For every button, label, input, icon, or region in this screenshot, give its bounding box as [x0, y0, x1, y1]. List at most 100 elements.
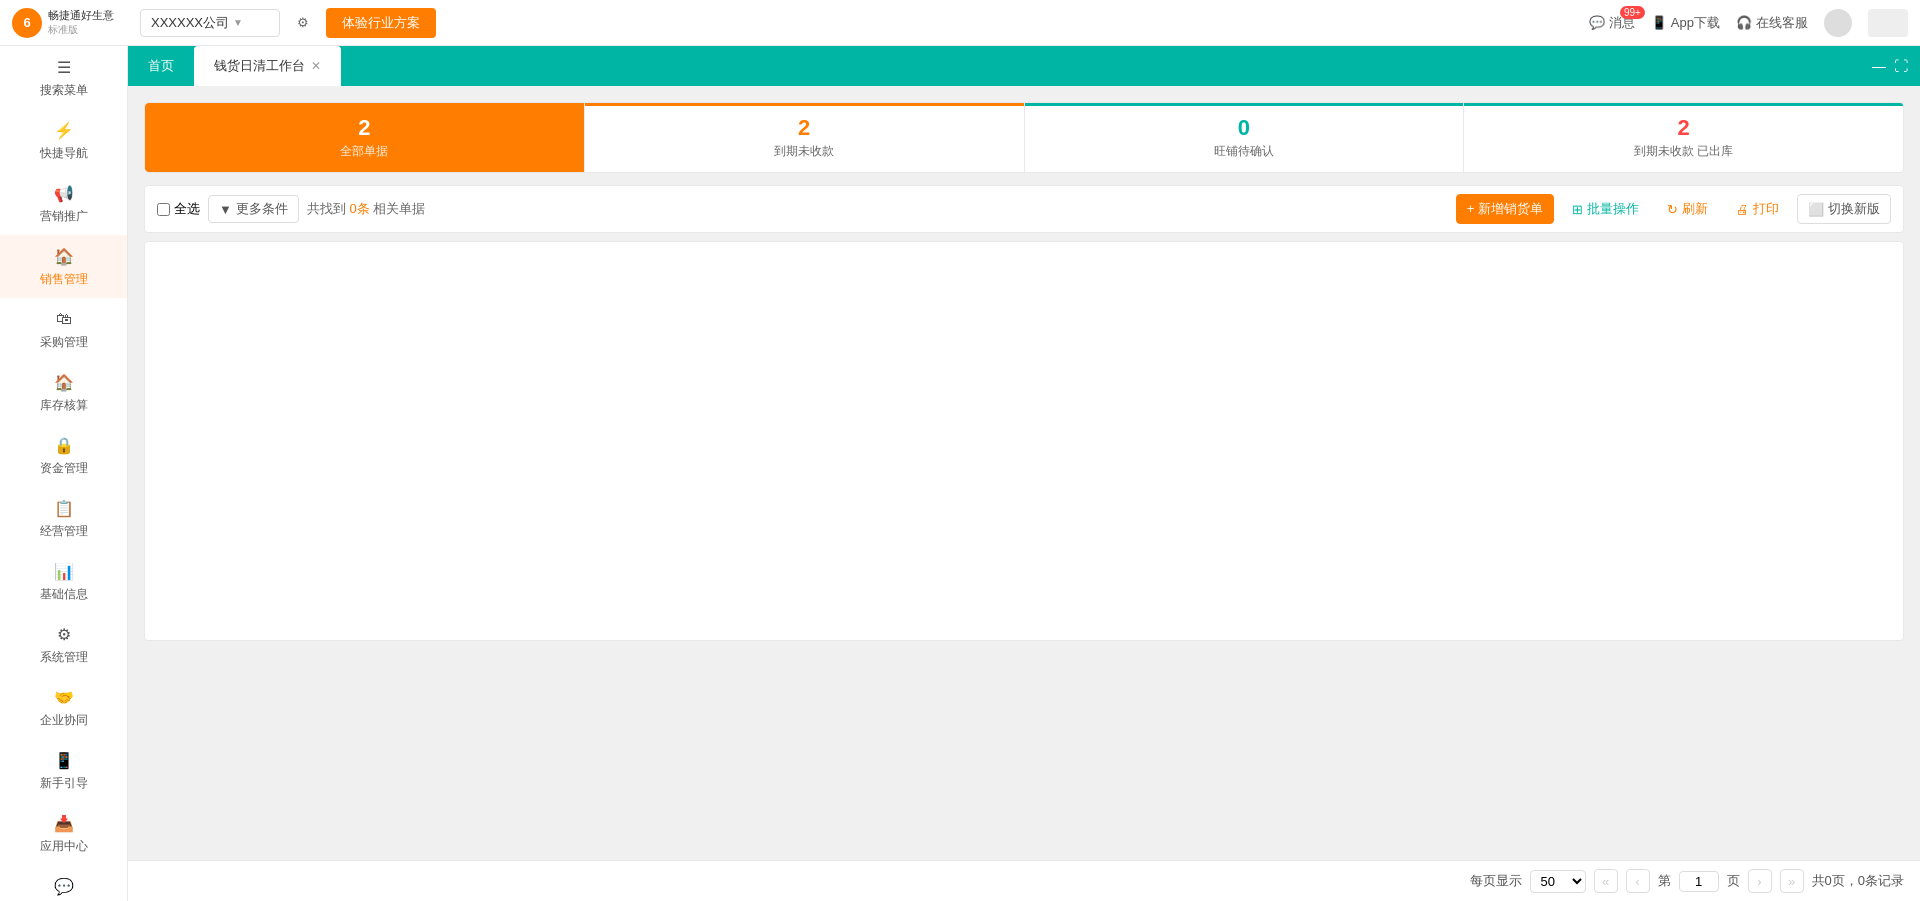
stat-card-all[interactable]: 2 全部单据: [145, 103, 585, 172]
page-content: 2 全部单据 2 到期未收款 0 旺铺待确认 2 到期未收款 已出库: [128, 86, 1920, 860]
basic-info-icon: 📊: [53, 560, 75, 582]
refresh-label: 刷新: [1682, 200, 1708, 218]
sidebar-item-finance[interactable]: 🔒 资金管理: [0, 424, 127, 487]
sidebar-item-inventory[interactable]: 🏠 库存核算: [0, 361, 127, 424]
app-name: 畅捷通好生意: [48, 8, 114, 22]
wechat-icon: 💬: [53, 875, 75, 897]
page-size-select[interactable]: 20 50 100: [1530, 870, 1586, 893]
sidebar-item-quick-nav[interactable]: ⚡ 快捷导航: [0, 109, 127, 172]
quick-nav-icon: ⚡: [53, 119, 75, 141]
switch-icon: ⬜: [1808, 202, 1824, 217]
print-button[interactable]: 🖨 打印: [1726, 195, 1789, 223]
pagination-bar: 每页显示 20 50 100 « ‹ 第 页 › » 共0页，0条记录: [128, 860, 1920, 901]
sidebar-label-quick-nav: 快捷导航: [40, 145, 88, 162]
batch-button[interactable]: ⊞ 批量操作: [1562, 195, 1649, 223]
sidebar-item-enterprise[interactable]: 🤝 企业协同: [0, 676, 127, 739]
top-nav-actions: — ⛶: [1872, 58, 1920, 74]
app-download-button[interactable]: 📱 App下载: [1651, 14, 1720, 32]
page-number-input[interactable]: [1679, 871, 1719, 892]
search-menu-icon: ☰: [53, 56, 75, 78]
top-nav: 首页 钱货日清工作台 ✕ — ⛶: [128, 46, 1920, 86]
page-size-label: 每页显示: [1470, 872, 1522, 890]
content-area: 首页 钱货日清工作台 ✕ — ⛶ 2 全部单据 2: [128, 46, 1920, 901]
stats-row: 2 全部单据 2 到期未收款 0 旺铺待确认 2 到期未收款 已出库: [144, 102, 1904, 173]
filter-button[interactable]: ▼ 更多条件: [208, 195, 299, 223]
sidebar-item-wechat[interactable]: 💬 企业微信: [0, 865, 127, 901]
stat-label-pending: 旺铺待确认: [1045, 143, 1444, 160]
total-info: 共0页，0条记录: [1812, 872, 1904, 890]
select-all-checkbox[interactable]: 全选: [157, 200, 200, 218]
select-all-input[interactable]: [157, 203, 170, 216]
stat-card-overdue[interactable]: 2 到期未收款: [585, 103, 1025, 172]
company-selector[interactable]: XXXXXX公司 ▼: [140, 9, 280, 37]
finance-icon: 🔒: [53, 434, 75, 456]
minimize-icon[interactable]: —: [1872, 58, 1886, 74]
inventory-icon: 🏠: [53, 371, 75, 393]
stat-num-overdue: 2: [605, 115, 1004, 141]
sidebar-label-inventory: 库存核算: [40, 397, 88, 414]
sidebar-item-app-center[interactable]: 📥 应用中心: [0, 802, 127, 865]
guide-icon: 📱: [53, 749, 75, 771]
sidebar-item-purchase[interactable]: 🛍 采购管理: [0, 298, 127, 361]
sidebar-item-system[interactable]: ⚙ 系统管理: [0, 613, 127, 676]
tab-home[interactable]: 首页: [128, 46, 194, 86]
batch-icon: ⊞: [1572, 202, 1583, 217]
chevron-down-icon: ▼: [233, 17, 243, 28]
user-name[interactable]: [1868, 9, 1908, 37]
app-center-icon: 📥: [53, 812, 75, 834]
company-name: XXXXXX公司: [151, 14, 229, 32]
avatar[interactable]: [1824, 9, 1852, 37]
found-text: 共找到 0条 相关单据: [307, 200, 425, 218]
sidebar-label-marketing: 营销推广: [40, 208, 88, 225]
sidebar-label-enterprise: 企业协同: [40, 712, 88, 729]
app-badge: 标准版: [48, 23, 114, 37]
marketing-icon: 📢: [53, 182, 75, 204]
enterprise-icon: 🤝: [53, 686, 75, 708]
trial-button[interactable]: 体验行业方案: [326, 8, 436, 38]
print-label: 打印: [1753, 200, 1779, 218]
headset-icon: 🎧: [1736, 15, 1752, 30]
page-label2: 页: [1727, 872, 1740, 890]
workbench-tab-label: 钱货日清工作台: [214, 57, 305, 75]
sidebar: ☰ 搜索菜单 ⚡ 快捷导航 📢 营销推广 🏠 销售管理 🛍 采购管理 🏠 库存核…: [0, 46, 128, 901]
messages-badge: 99+: [1620, 6, 1645, 19]
next-page-button[interactable]: ›: [1748, 869, 1772, 893]
sidebar-item-sales[interactable]: 🏠 销售管理: [0, 235, 127, 298]
prev-page-button[interactable]: ‹: [1626, 869, 1650, 893]
sidebar-item-operations[interactable]: 📋 经营管理: [0, 487, 127, 550]
refresh-button[interactable]: ↻ 刷新: [1657, 195, 1718, 223]
sidebar-item-guide[interactable]: 📱 新手引导: [0, 739, 127, 802]
sidebar-label-finance: 资金管理: [40, 460, 88, 477]
table-area: [144, 241, 1904, 641]
found-count: 0条: [350, 201, 370, 216]
settings-button[interactable]: ⚙: [288, 8, 318, 38]
first-page-button[interactable]: «: [1594, 869, 1618, 893]
logo-icon: 6: [12, 8, 42, 38]
toolbar: 全选 ▼ 更多条件 共找到 0条 相关单据 + 新增销货单 ⊞: [144, 185, 1904, 233]
stat-num-all: 2: [165, 115, 564, 141]
add-order-button[interactable]: + 新增销货单: [1456, 194, 1554, 224]
sidebar-item-search-menu[interactable]: ☰ 搜索菜单: [0, 46, 127, 109]
operations-icon: 📋: [53, 497, 75, 519]
maximize-icon[interactable]: ⛶: [1894, 58, 1908, 74]
sidebar-label-guide: 新手引导: [40, 775, 88, 792]
sidebar-label-purchase: 采购管理: [40, 334, 88, 351]
online-service-button[interactable]: 🎧 在线客服: [1736, 14, 1808, 32]
stat-num-pending: 0: [1045, 115, 1444, 141]
sidebar-item-basic-info[interactable]: 📊 基础信息: [0, 550, 127, 613]
switch-version-button[interactable]: ⬜ 切换新版: [1797, 194, 1891, 224]
last-page-button[interactable]: »: [1780, 869, 1804, 893]
filter-icon: ▼: [219, 202, 232, 217]
stat-card-shipped[interactable]: 2 到期未收款 已出库: [1464, 103, 1903, 172]
sales-icon: 🏠: [53, 245, 75, 267]
main-layout: ☰ 搜索菜单 ⚡ 快捷导航 📢 营销推广 🏠 销售管理 🛍 采购管理 🏠 库存核…: [0, 46, 1920, 901]
messages-button[interactable]: 💬 消息 99+: [1589, 14, 1635, 32]
stat-card-pending[interactable]: 0 旺铺待确认: [1025, 103, 1465, 172]
page-label: 第: [1658, 872, 1671, 890]
tab-workbench[interactable]: 钱货日清工作台 ✕: [194, 46, 341, 86]
home-tab-label: 首页: [148, 57, 174, 75]
sidebar-label-operations: 经营管理: [40, 523, 88, 540]
batch-label: 批量操作: [1587, 200, 1639, 218]
tab-close-icon[interactable]: ✕: [311, 59, 321, 73]
sidebar-item-marketing[interactable]: 📢 营销推广: [0, 172, 127, 235]
